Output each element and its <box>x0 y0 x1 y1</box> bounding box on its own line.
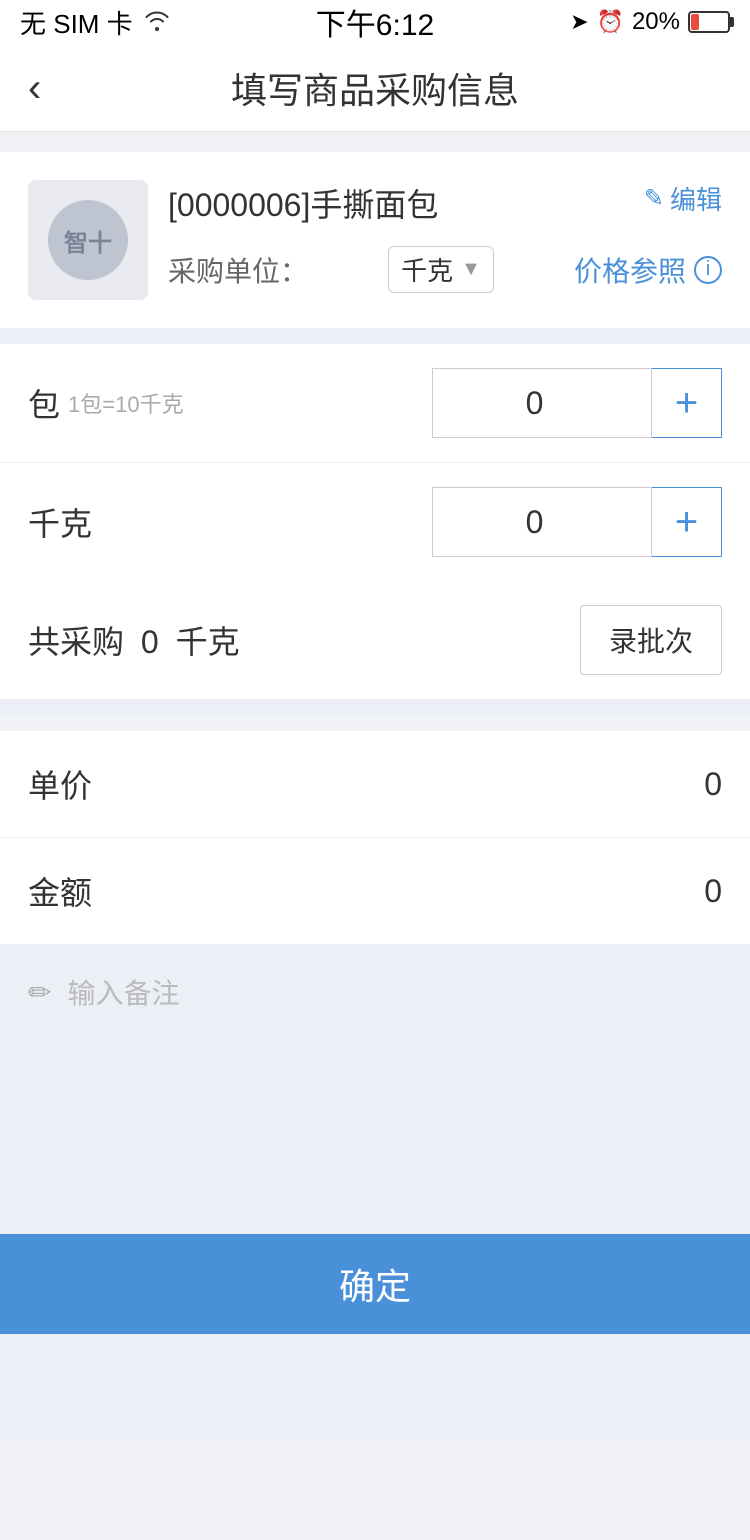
back-button[interactable]: ‹ <box>28 68 41 108</box>
price-label: 单价 <box>28 761 92 807</box>
info-icon: i <box>694 256 722 284</box>
section-separator-1 <box>0 328 750 344</box>
input-section: 包 1包=10千克 + 千克 + <box>0 344 750 581</box>
confirm-bar[interactable]: 确定 <box>0 1234 750 1334</box>
nav-bar: ‹ 填写商品采购信息 <box>0 44 750 132</box>
location-icon: ➤ <box>570 9 588 35</box>
info-row-price: 单价 0 <box>0 731 750 838</box>
total-amount: 0 <box>141 624 159 660</box>
input-label-kg: 千克 <box>28 499 92 545</box>
record-batch-button[interactable]: 录批次 <box>580 605 722 675</box>
edit-icon: ✎ <box>644 184 664 213</box>
kg-plus-button[interactable]: + <box>652 487 722 557</box>
amount-label: 金额 <box>28 868 92 914</box>
input-sublabel-bao: 1包=10千克 <box>68 387 184 419</box>
bao-input[interactable] <box>432 368 652 438</box>
note-section[interactable]: ✏ 输入备注 <box>0 944 750 1040</box>
section-separator-2 <box>0 699 750 715</box>
status-bar: 无 SIM 卡 下午6:12 ➤ ⏰ 20% <box>0 0 750 44</box>
input-row-kg: 千克 + <box>0 463 750 581</box>
price-ref-label: 价格参照 <box>574 250 686 290</box>
total-label: 共采购 0 千克 <box>28 617 240 663</box>
status-right: ➤ ⏰ 20% <box>570 8 730 36</box>
edit-button[interactable]: ✎ 编辑 <box>644 180 722 217</box>
input-row-right-kg: + <box>432 487 722 557</box>
status-left: 无 SIM 卡 <box>20 4 171 41</box>
product-name: [0000006]手撕面包 <box>168 180 722 226</box>
total-row: 共采购 0 千克 录批次 <box>0 581 750 699</box>
bao-plus-button[interactable]: + <box>652 368 722 438</box>
price-reference[interactable]: 价格参照 i <box>574 250 722 290</box>
input-row-right-bao: + <box>432 368 722 438</box>
info-row-amount: 金额 0 <box>0 838 750 944</box>
input-row-bao: 包 1包=10千克 + <box>0 344 750 463</box>
info-section: 单价 0 金额 0 <box>0 731 750 944</box>
battery-percent: 20% <box>632 8 680 36</box>
battery-block <box>688 11 730 33</box>
unit-value: 千克 <box>401 251 453 288</box>
unit-dropdown-icon: ▼ <box>461 258 481 281</box>
carrier-label: 无 SIM 卡 <box>20 4 133 41</box>
note-placeholder: 输入备注 <box>67 972 179 1012</box>
total-unit: 千克 <box>176 624 240 660</box>
total-prefix: 共采购 <box>28 624 124 660</box>
alarm-icon: ⏰ <box>597 9 624 35</box>
unit-label: 采购单位： <box>168 250 308 290</box>
amount-value: 0 <box>704 873 722 910</box>
edit-label: 编辑 <box>670 180 722 217</box>
wifi-icon <box>143 7 171 38</box>
input-label-bao: 包 <box>28 380 60 426</box>
unit-select[interactable]: 千克 ▼ <box>388 246 494 293</box>
product-info: [0000006]手撕面包 采购单位： 千克 ▼ 价格参照 i <box>168 180 722 293</box>
page-title: 填写商品采购信息 <box>231 62 519 114</box>
price-value: 0 <box>704 766 722 803</box>
confirm-label: 确定 <box>339 1258 411 1310</box>
status-time: 下午6:12 <box>316 0 434 44</box>
product-card: 智十 [0000006]手撕面包 采购单位： 千克 ▼ 价格参照 i ✎ <box>0 152 750 328</box>
note-icon: ✏ <box>28 976 51 1009</box>
kg-input[interactable] <box>432 487 652 557</box>
product-thumb-logo: 智十 <box>48 200 128 280</box>
product-thumbnail: 智十 <box>28 180 148 300</box>
